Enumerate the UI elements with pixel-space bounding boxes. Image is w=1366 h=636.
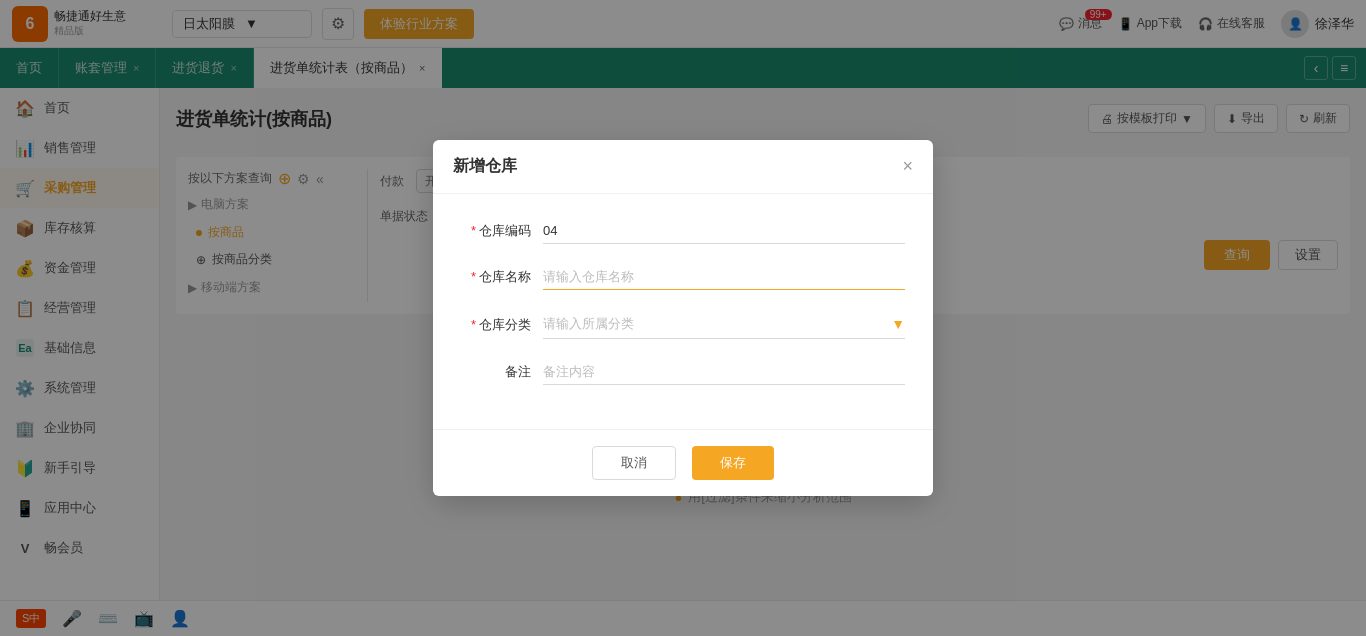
form-row-category: 仓库分类 请输入所属分类 ▼ [461, 310, 905, 339]
code-input[interactable] [543, 218, 905, 244]
modal-overlay: 新增仓库 × 仓库编码 仓库名称 仓库分类 请输入所属分类 ▼ [0, 0, 1366, 636]
name-input[interactable] [543, 264, 905, 290]
form-row-name: 仓库名称 [461, 264, 905, 290]
code-label: 仓库编码 [461, 222, 531, 240]
form-row-code: 仓库编码 [461, 218, 905, 244]
modal-close-button[interactable]: × [902, 156, 913, 177]
modal-title: 新增仓库 [453, 156, 517, 177]
add-warehouse-modal: 新增仓库 × 仓库编码 仓库名称 仓库分类 请输入所属分类 ▼ [433, 140, 933, 496]
form-row-note: 备注 [461, 359, 905, 385]
note-input[interactable] [543, 359, 905, 385]
modal-header: 新增仓库 × [433, 140, 933, 194]
cancel-button[interactable]: 取消 [592, 446, 676, 480]
category-select[interactable]: 请输入所属分类 ▼ [543, 310, 905, 339]
category-placeholder: 请输入所属分类 [543, 315, 634, 333]
category-chevron-icon: ▼ [891, 316, 905, 332]
save-button[interactable]: 保存 [692, 446, 774, 480]
modal-footer: 取消 保存 [433, 429, 933, 496]
category-label: 仓库分类 [461, 316, 531, 334]
modal-body: 仓库编码 仓库名称 仓库分类 请输入所属分类 ▼ 备注 [433, 194, 933, 429]
name-label: 仓库名称 [461, 268, 531, 286]
note-label: 备注 [461, 363, 531, 381]
